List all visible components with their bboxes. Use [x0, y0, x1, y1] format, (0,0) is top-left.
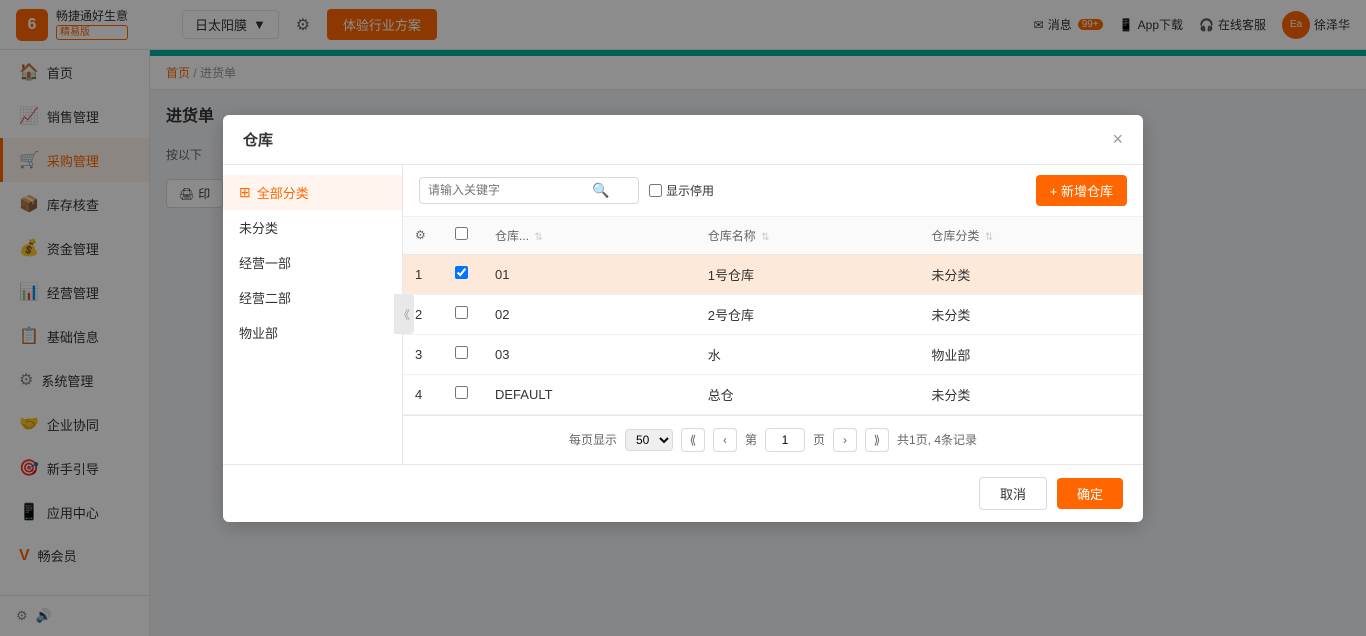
- row-category: 物业部: [919, 334, 1143, 374]
- row-index: 4: [403, 374, 443, 414]
- modal-body: ⊞ 全部分类 未分类 经营一部 经营二部 物业部 《: [223, 165, 1143, 464]
- row-category: 未分类: [919, 294, 1143, 334]
- category-item-all[interactable]: ⊞ 全部分类: [223, 175, 402, 210]
- page-number-input[interactable]: [765, 428, 805, 452]
- row-category: 未分类: [919, 374, 1143, 414]
- content-panel: 🔍 显示停用 + 新增仓库 ⚙: [403, 165, 1143, 464]
- grid-icon: ⊞: [239, 184, 251, 201]
- search-box: 🔍: [419, 177, 639, 204]
- th-category: 仓库分类 ⇅: [919, 217, 1143, 255]
- row-category: 未分类: [919, 254, 1143, 294]
- next-page-button[interactable]: ›: [833, 428, 857, 452]
- category-panel: ⊞ 全部分类 未分类 经营一部 经营二部 物业部 《: [223, 165, 403, 464]
- table-row[interactable]: 2 02 2号仓库 未分类: [403, 294, 1143, 334]
- prev-page-button[interactable]: ‹: [713, 428, 737, 452]
- warehouse-table: ⚙ 仓库... ⇅ 仓库名称: [403, 217, 1143, 415]
- th-code: 仓库... ⇅: [483, 217, 696, 255]
- table-row[interactable]: 4 DEFAULT 总仓 未分类: [403, 374, 1143, 414]
- row-checkbox[interactable]: [455, 266, 468, 279]
- row-checkbox-cell: [443, 334, 483, 374]
- row-checkbox-cell: [443, 374, 483, 414]
- th-checkbox: [443, 217, 483, 255]
- row-checkbox[interactable]: [455, 346, 468, 359]
- table-body: 1 01 1号仓库 未分类 2: [403, 254, 1143, 414]
- row-name: 水: [696, 334, 920, 374]
- category-item-ops1[interactable]: 经营一部: [223, 245, 402, 280]
- row-name: 2号仓库: [696, 294, 920, 334]
- last-page-button[interactable]: ⟫: [865, 428, 889, 452]
- warehouse-modal: 仓库 × ⊞ 全部分类 未分类 经营一部 经营二部: [223, 115, 1143, 522]
- panel-collapse-button[interactable]: 《: [394, 294, 414, 334]
- modal-overlay: 仓库 × ⊞ 全部分类 未分类 经营一部 经营二部: [0, 0, 1366, 636]
- row-index: 1: [403, 254, 443, 294]
- search-icon[interactable]: 🔍: [592, 182, 609, 199]
- modal-title: 仓库: [243, 129, 273, 150]
- row-checkbox[interactable]: [455, 306, 468, 319]
- th-gear: ⚙: [403, 217, 443, 255]
- confirm-button[interactable]: 确定: [1057, 478, 1123, 509]
- row-name: 总仓: [696, 374, 920, 414]
- row-code: 02: [483, 294, 696, 334]
- row-code: DEFAULT: [483, 374, 696, 414]
- row-code: 01: [483, 254, 696, 294]
- table-row[interactable]: 3 03 水 物业部: [403, 334, 1143, 374]
- category-item-property[interactable]: 物业部: [223, 315, 402, 350]
- category-item-uncategorized[interactable]: 未分类: [223, 210, 402, 245]
- row-checkbox-cell: [443, 254, 483, 294]
- modal-close-button[interactable]: ×: [1112, 129, 1123, 150]
- pagination: 每页显示 50 ⟪ ‹ 第 页 › ⟫ 共1页, 4条记录: [403, 415, 1143, 464]
- per-page-select[interactable]: 50: [625, 429, 673, 451]
- select-all-checkbox[interactable]: [455, 227, 468, 240]
- row-index: 3: [403, 334, 443, 374]
- first-page-button[interactable]: ⟪: [681, 428, 705, 452]
- row-code: 03: [483, 334, 696, 374]
- table-header-row: ⚙ 仓库... ⇅ 仓库名称: [403, 217, 1143, 255]
- show-disabled-checkbox-label[interactable]: 显示停用: [649, 182, 714, 199]
- row-name: 1号仓库: [696, 254, 920, 294]
- search-input[interactable]: [428, 183, 588, 197]
- add-warehouse-button[interactable]: + 新增仓库: [1036, 175, 1127, 206]
- category-item-ops2[interactable]: 经营二部: [223, 280, 402, 315]
- modal-footer: 取消 确定: [223, 464, 1143, 522]
- row-checkbox-cell: [443, 294, 483, 334]
- th-name: 仓库名称 ⇅: [696, 217, 920, 255]
- table-row[interactable]: 1 01 1号仓库 未分类: [403, 254, 1143, 294]
- cancel-button[interactable]: 取消: [979, 477, 1047, 510]
- content-toolbar: 🔍 显示停用 + 新增仓库: [403, 165, 1143, 217]
- modal-header: 仓库 ×: [223, 115, 1143, 165]
- row-checkbox[interactable]: [455, 386, 468, 399]
- table: ⚙ 仓库... ⇅ 仓库名称: [403, 217, 1143, 415]
- show-disabled-checkbox[interactable]: [649, 184, 662, 197]
